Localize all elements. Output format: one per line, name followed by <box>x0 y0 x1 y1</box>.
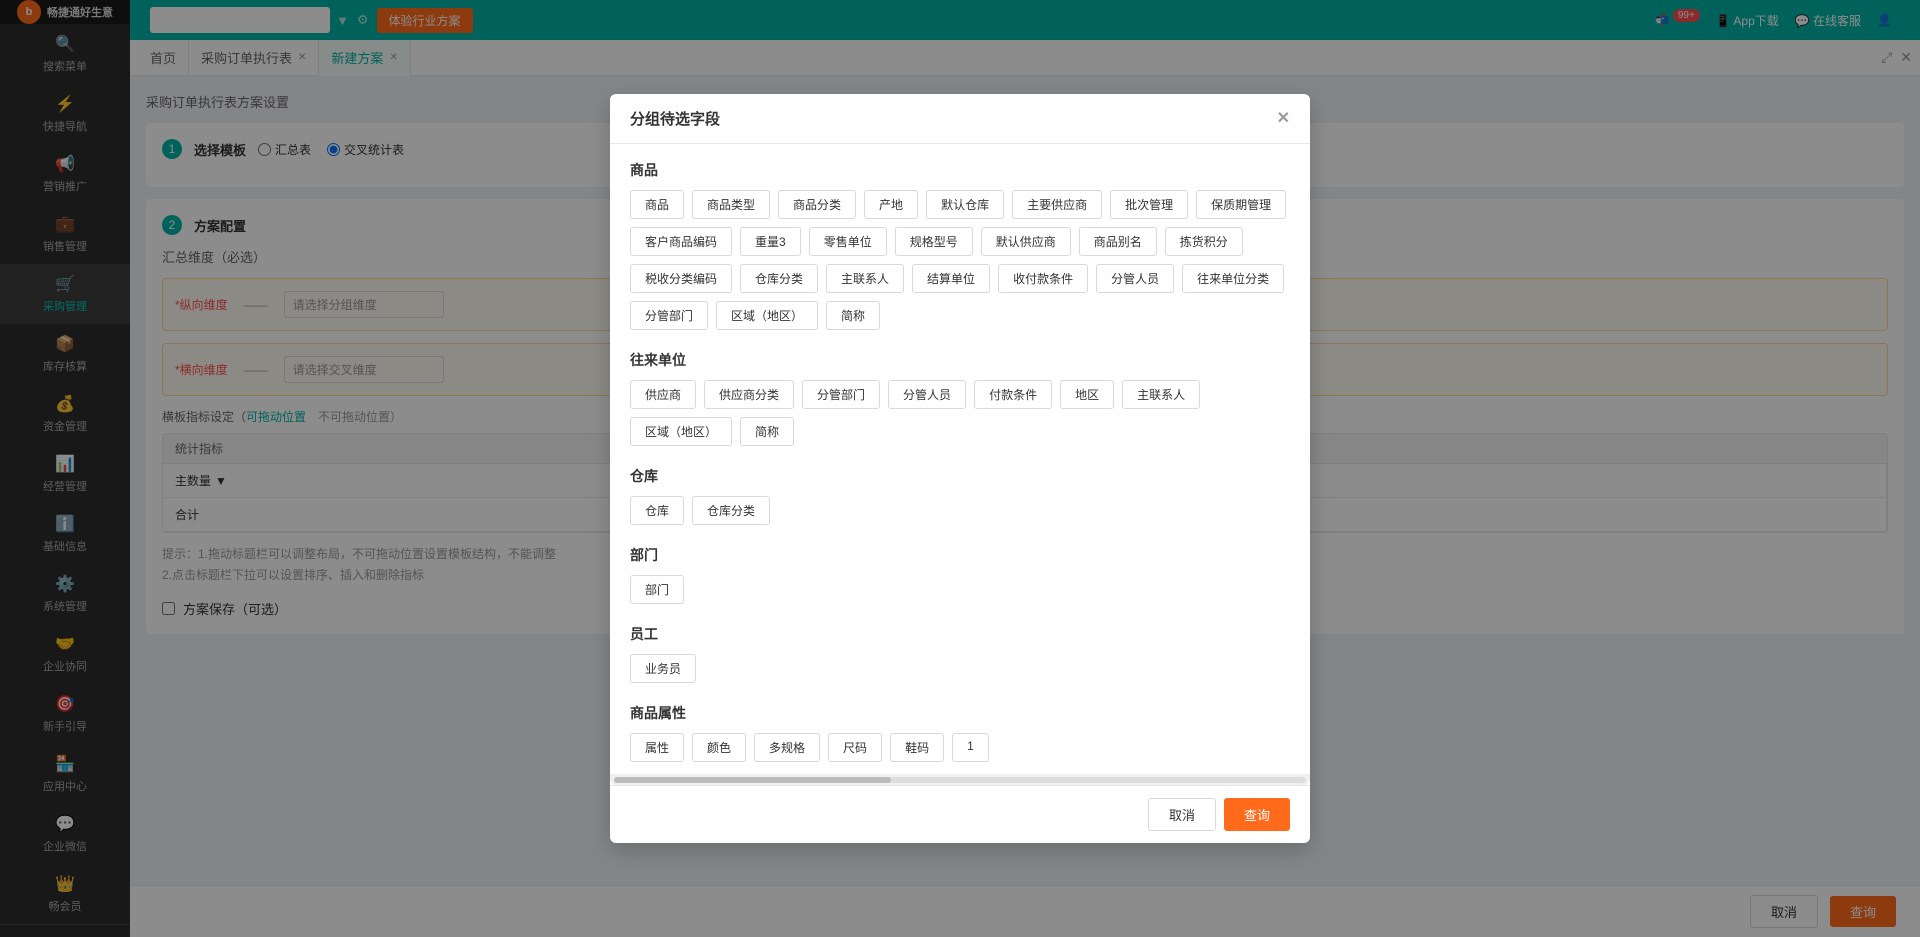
field-chip-0-0[interactable]: 商品 <box>630 190 684 219</box>
field-group-2: 仓库仓库仓库分类 <box>630 466 1290 525</box>
modal-footer: 取消 查询 <box>610 785 1310 843</box>
modal-close-icon[interactable]: ✕ <box>1277 108 1290 128</box>
field-chip-0-12[interactable]: 默认供应商 <box>981 227 1071 256</box>
field-chip-0-11[interactable]: 规格型号 <box>895 227 973 256</box>
field-chip-0-10[interactable]: 零售单位 <box>809 227 887 256</box>
field-chip-0-17[interactable]: 主联系人 <box>826 264 904 293</box>
field-chip-1-7[interactable]: 区域（地区） <box>630 417 732 446</box>
field-chip-0-19[interactable]: 收付款条件 <box>998 264 1088 293</box>
field-chip-0-13[interactable]: 商品别名 <box>1079 227 1157 256</box>
modal-title: 分组待选字段 <box>630 108 720 129</box>
modal-confirm-button[interactable]: 查询 <box>1224 798 1290 831</box>
field-chips-0: 商品商品类型商品分类产地默认仓库主要供应商批次管理保质期管理客户商品编码重量3 零… <box>630 190 1290 330</box>
field-chip-0-6[interactable]: 批次管理 <box>1110 190 1188 219</box>
field-chip-1-1[interactable]: 供应商分类 <box>704 380 794 409</box>
field-group-title-4: 员工 <box>630 624 1290 644</box>
scroll-thumb <box>614 777 891 783</box>
modal-cancel-button[interactable]: 取消 <box>1148 798 1216 831</box>
field-chips-2: 仓库仓库分类 <box>630 496 1290 525</box>
field-group-title-5: 商品属性 <box>630 703 1290 723</box>
field-group-3: 部门部门 <box>630 545 1290 604</box>
field-chip-1-0[interactable]: 供应商 <box>630 380 696 409</box>
modal-header: 分组待选字段 ✕ <box>610 94 1310 144</box>
field-group-5: 商品属性属性颜色多规格尺码鞋码 1 <box>630 703 1290 762</box>
field-chip-0-16[interactable]: 仓库分类 <box>740 264 818 293</box>
field-chip-0-8[interactable]: 客户商品编码 <box>630 227 732 256</box>
field-group-1: 往来单位供应商供应商分类分管部门分管人员付款条件地区主联系人区域（地区） 简称 <box>630 350 1290 446</box>
field-chip-0-7[interactable]: 保质期管理 <box>1196 190 1286 219</box>
field-chips-4: 业务员 <box>630 654 1290 683</box>
field-chip-0-22[interactable]: 分管部门 <box>630 301 708 330</box>
field-chip-1-8[interactable]: 简称 <box>740 417 794 446</box>
field-chip-0-5[interactable]: 主要供应商 <box>1012 190 1102 219</box>
field-chip-0-2[interactable]: 商品分类 <box>778 190 856 219</box>
field-chip-1-5[interactable]: 地区 <box>1060 380 1114 409</box>
field-chip-0-20[interactable]: 分管人员 <box>1096 264 1174 293</box>
field-chip-0-15[interactable]: 税收分类编码 <box>630 264 732 293</box>
field-group-title-1: 往来单位 <box>630 350 1290 370</box>
modal-overlay: 分组待选字段 ✕ 商品商品商品类型商品分类产地默认仓库主要供应商批次管理保质期管… <box>0 0 1920 937</box>
field-select-modal: 分组待选字段 ✕ 商品商品商品类型商品分类产地默认仓库主要供应商批次管理保质期管… <box>610 94 1310 844</box>
field-chip-1-3[interactable]: 分管人员 <box>888 380 966 409</box>
field-chip-0-14[interactable]: 拣货积分 <box>1165 227 1243 256</box>
field-chip-5-0[interactable]: 属性 <box>630 733 684 762</box>
field-chip-0-24[interactable]: 简称 <box>826 301 880 330</box>
field-group-title-0: 商品 <box>630 160 1290 180</box>
field-chip-1-4[interactable]: 付款条件 <box>974 380 1052 409</box>
field-chip-2-0[interactable]: 仓库 <box>630 496 684 525</box>
scroll-track <box>614 777 1306 783</box>
field-chip-0-3[interactable]: 产地 <box>864 190 918 219</box>
field-group-title-3: 部门 <box>630 545 1290 565</box>
field-chip-5-1[interactable]: 颜色 <box>692 733 746 762</box>
field-chip-0-1[interactable]: 商品类型 <box>692 190 770 219</box>
field-chip-5-5[interactable]: 1 <box>952 733 989 762</box>
field-chip-5-2[interactable]: 多规格 <box>754 733 820 762</box>
field-group-title-2: 仓库 <box>630 466 1290 486</box>
field-group-4: 员工业务员 <box>630 624 1290 683</box>
field-chip-0-18[interactable]: 结算单位 <box>912 264 990 293</box>
field-chip-0-9[interactable]: 重量3 <box>740 227 801 256</box>
field-chip-3-0[interactable]: 部门 <box>630 575 684 604</box>
field-group-0: 商品商品商品类型商品分类产地默认仓库主要供应商批次管理保质期管理客户商品编码重量… <box>630 160 1290 330</box>
field-chip-1-6[interactable]: 主联系人 <box>1122 380 1200 409</box>
field-chip-5-4[interactable]: 鞋码 <box>890 733 944 762</box>
modal-body: 商品商品商品类型商品分类产地默认仓库主要供应商批次管理保质期管理客户商品编码重量… <box>610 144 1310 774</box>
field-chip-0-4[interactable]: 默认仓库 <box>926 190 1004 219</box>
modal-bottom-scrollbar[interactable] <box>610 774 1310 786</box>
field-chips-5: 属性颜色多规格尺码鞋码 1 <box>630 733 1290 762</box>
field-chips-3: 部门 <box>630 575 1290 604</box>
field-chip-2-1[interactable]: 仓库分类 <box>692 496 770 525</box>
field-chip-0-23[interactable]: 区域（地区） <box>716 301 818 330</box>
field-chip-0-21[interactable]: 往来单位分类 <box>1182 264 1284 293</box>
field-chip-4-0[interactable]: 业务员 <box>630 654 696 683</box>
field-chip-5-3[interactable]: 尺码 <box>828 733 882 762</box>
field-chips-1: 供应商供应商分类分管部门分管人员付款条件地区主联系人区域（地区） 简称 <box>630 380 1290 446</box>
field-chip-1-2[interactable]: 分管部门 <box>802 380 880 409</box>
